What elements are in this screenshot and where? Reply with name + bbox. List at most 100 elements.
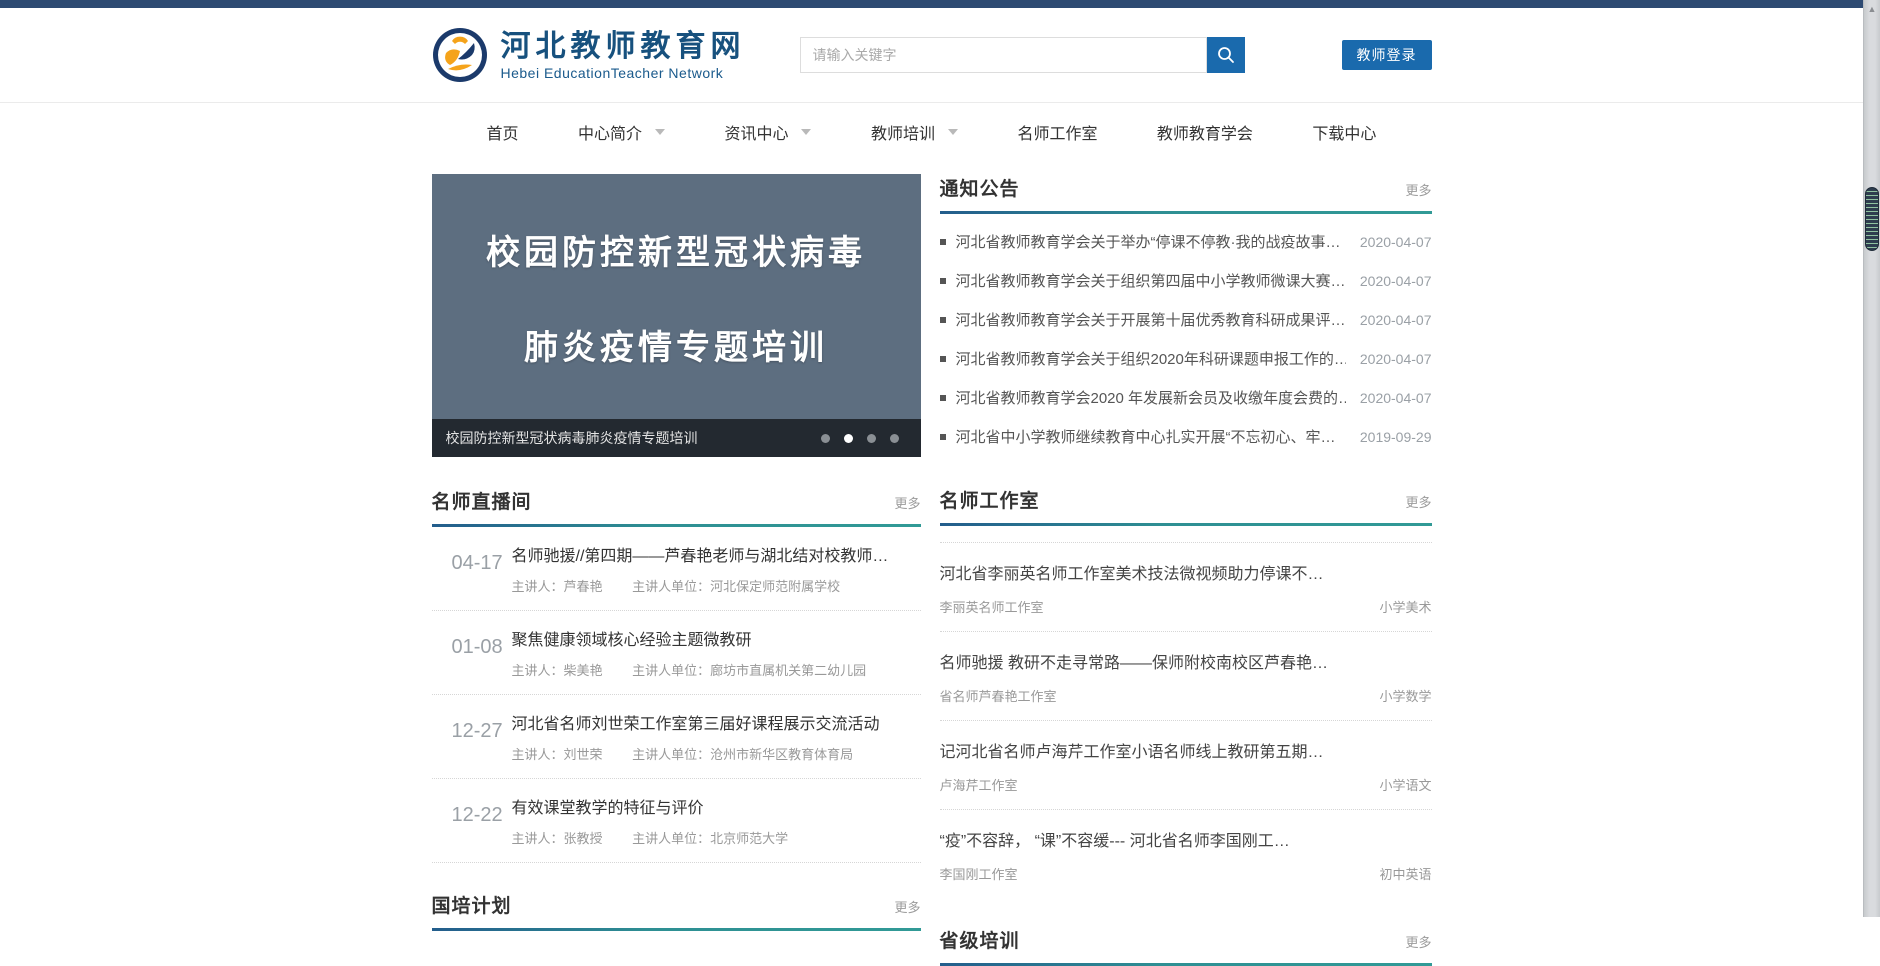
notice-title[interactable]: 河北省教师教育学会关于组织2020年科研课题申报工作的… xyxy=(956,348,1346,369)
carousel-dot[interactable] xyxy=(844,434,853,443)
notice-date: 2020-04-07 xyxy=(1360,351,1432,367)
nav-item-society[interactable]: 教师教育学会 xyxy=(1157,120,1253,144)
search-button[interactable] xyxy=(1207,37,1245,73)
live-item-meta: 主讲人：刘世荣 主讲人单位：沧州市新华区教育体育局 xyxy=(512,744,921,763)
nav-item-training[interactable]: 教师培训 xyxy=(871,120,958,144)
nav-item-label: 名师工作室 xyxy=(1017,120,1097,144)
live-item-unit: 主讲人单位：沧州市新华区教育体育局 xyxy=(632,747,853,762)
bullet-square-icon xyxy=(940,356,946,362)
section-title-national-training: 国培计划 xyxy=(432,891,512,918)
scroll-up-arrow-icon[interactable]: ▲ xyxy=(1864,0,1880,17)
site-header: 河北教师教育网 Hebei EducationTeacher Network 教… xyxy=(0,8,1863,102)
list-item: 河北省中小学教师继续教育中心扎实开展“不忘初心、牢… 2019-09-29 xyxy=(940,417,1432,456)
chevron-down-icon xyxy=(948,129,958,135)
live-item-title[interactable]: 聚焦健康领域核心经验主题微教研 xyxy=(512,626,921,650)
bullet-square-icon xyxy=(940,434,946,440)
nav-item-workshops[interactable]: 名师工作室 xyxy=(1017,120,1097,144)
nav-item-home[interactable]: 首页 xyxy=(487,120,519,144)
scrollbar-thumb[interactable] xyxy=(1865,187,1879,251)
section-title-provincial-training: 省级培训 xyxy=(940,926,1020,953)
list-item: 12-22 有效课堂教学的特征与评价 主讲人：张教授 主讲人单位：北京师范大学 xyxy=(432,779,921,863)
carousel-slide: 校园防控新型冠状病毒 肺炎疫情专题培训 xyxy=(432,174,921,419)
live-item-speaker: 主讲人：刘世荣 xyxy=(512,747,603,762)
list-item: 河北省教师教育学会关于举办“停课不停教·我的战疫故事… 2020-04-07 xyxy=(940,222,1432,261)
section-underline xyxy=(940,523,1432,526)
more-link-provincial-training[interactable]: 更多 xyxy=(1405,932,1431,951)
carousel-dot[interactable] xyxy=(890,434,899,443)
list-item: 河北省教师教育学会关于开展第十届优秀教育科研成果评… 2020-04-07 xyxy=(940,300,1432,339)
main-nav: 首页 中心简介 资讯中心 教师培训 名师工作室 教师教育学会 下载中心 xyxy=(0,102,1863,161)
notice-title[interactable]: 河北省中小学教师继续教育中心扎实开展“不忘初心、牢… xyxy=(956,426,1346,447)
search-icon xyxy=(1217,46,1235,64)
chevron-down-icon xyxy=(655,129,665,135)
live-item-date: 01-08 xyxy=(432,626,512,679)
vertical-scrollbar[interactable]: ▲ xyxy=(1863,0,1880,917)
notice-date: 2020-04-07 xyxy=(1360,234,1432,250)
notice-date: 2019-09-29 xyxy=(1360,429,1432,445)
nav-item-downloads[interactable]: 下载中心 xyxy=(1312,120,1376,144)
site-subtitle: Hebei EducationTeacher Network xyxy=(501,65,746,81)
workshop-title[interactable]: 河北省李丽英名师工作室美术技法微视频助力停课不… xyxy=(940,560,1432,584)
nav-item-about[interactable]: 中心简介 xyxy=(578,120,665,144)
bullet-square-icon xyxy=(940,278,946,284)
list-item: 记河北省名师卢海芹工作室小语名师线上教研第五期… 卢海芹工作室 小学语文 xyxy=(940,720,1432,809)
nav-item-label: 下载中心 xyxy=(1312,120,1376,144)
workshop-category: 小学美术 xyxy=(1379,597,1431,616)
section-underline xyxy=(432,928,921,931)
site-logo[interactable]: 河北教师教育网 Hebei EducationTeacher Network xyxy=(432,27,746,83)
workshop-studio: 省名师芦春艳工作室 xyxy=(940,686,1057,705)
chevron-down-icon xyxy=(801,129,811,135)
notices-section: 通知公告 更多 河北省教师教育学会关于举办“停课不停教·我的战疫故事… 2020… xyxy=(940,174,1432,456)
search-input[interactable] xyxy=(800,37,1207,73)
workshop-title[interactable]: “疫”不容辞， “课”不容缓--- 河北省名师李国刚工… xyxy=(940,827,1432,851)
notice-title[interactable]: 河北省教师教育学会关于组织第四届中小学教师微课大赛… xyxy=(956,270,1346,291)
list-item: 名师驰援 教研不走寻常路——保师附校南校区芦春艳… 省名师芦春艳工作室 小学数学 xyxy=(940,631,1432,720)
live-item-meta: 主讲人：张教授 主讲人单位：北京师范大学 xyxy=(512,828,921,847)
list-item: 12-27 河北省名师刘世荣工作室第三届好课程展示交流活动 主讲人：刘世荣 主讲… xyxy=(432,695,921,779)
live-item-title[interactable]: 名师驰援//第四期——芦春艳老师与湖北结对校教师… xyxy=(512,542,921,566)
section-title-live-room: 名师直播间 xyxy=(432,487,532,514)
page: 河北教师教育网 Hebei EducationTeacher Network 教… xyxy=(0,8,1863,966)
carousel-caption[interactable]: 校园防控新型冠状病毒肺炎疫情专题培训 xyxy=(446,428,809,448)
live-item-unit: 主讲人单位：北京师范大学 xyxy=(632,831,788,846)
site-title: 河北教师教育网 xyxy=(501,30,746,63)
more-link-workshops[interactable]: 更多 xyxy=(1405,492,1431,511)
list-item: 04-17 名师驰援//第四期——芦春艳老师与湖北结对校教师… 主讲人：芦春艳 … xyxy=(432,527,921,611)
workshop-title[interactable]: 名师驰援 教研不走寻常路——保师附校南校区芦春艳… xyxy=(940,649,1432,673)
carousel-caption-bar: 校园防控新型冠状病毒肺炎疫情专题培训 xyxy=(432,419,921,457)
carousel-dot[interactable] xyxy=(821,434,830,443)
list-item: 河北省教师教育学会2020 年发展新会员及收缴年度会费的… 2020-04-07 xyxy=(940,378,1432,417)
live-item-speaker: 主讲人：张教授 xyxy=(512,831,603,846)
logo-emblem-icon xyxy=(432,27,488,83)
live-item-title[interactable]: 有效课堂教学的特征与评价 xyxy=(512,794,921,818)
teacher-login-button[interactable]: 教师登录 xyxy=(1342,40,1432,70)
more-link-national-training[interactable]: 更多 xyxy=(894,897,920,916)
workshop-title[interactable]: 记河北省名师卢海芹工作室小语名师线上教研第五期… xyxy=(940,738,1432,762)
nav-item-label: 教师培训 xyxy=(871,120,935,144)
slide-headline-line2: 肺炎疫情专题培训 xyxy=(524,320,828,369)
live-item-date: 12-22 xyxy=(432,794,512,847)
top-accent-bar xyxy=(0,0,1880,8)
live-item-title[interactable]: 河北省名师刘世荣工作室第三届好课程展示交流活动 xyxy=(512,710,921,734)
notice-title[interactable]: 河北省教师教育学会2020 年发展新会员及收缴年度会费的… xyxy=(956,387,1346,408)
live-item-speaker: 主讲人：柴美艳 xyxy=(512,663,603,678)
live-room-list: 04-17 名师驰援//第四期——芦春艳老师与湖北结对校教师… 主讲人：芦春艳 … xyxy=(432,527,921,863)
list-item: 河北省教师教育学会关于组织2020年科研课题申报工作的… 2020-04-07 xyxy=(940,339,1432,378)
list-item: 01-08 聚焦健康领域核心经验主题微教研 主讲人：柴美艳 主讲人单位：廊坊市直… xyxy=(432,611,921,695)
section-underline xyxy=(940,211,1432,214)
live-item-unit: 主讲人单位：廊坊市直属机关第二幼儿园 xyxy=(632,663,866,678)
list-item: “疫”不容辞， “课”不容缓--- 河北省名师李国刚工… 李国刚工作室 初中英语 xyxy=(940,809,1432,898)
notice-title[interactable]: 河北省教师教育学会关于开展第十届优秀教育科研成果评… xyxy=(956,309,1346,330)
live-item-date: 04-17 xyxy=(432,542,512,595)
notice-list: 河北省教师教育学会关于举办“停课不停教·我的战疫故事… 2020-04-07 河… xyxy=(940,222,1432,456)
nav-item-news[interactable]: 资讯中心 xyxy=(724,120,811,144)
bullet-square-icon xyxy=(940,239,946,245)
live-item-meta: 主讲人：柴美艳 主讲人单位：廊坊市直属机关第二幼儿园 xyxy=(512,660,921,679)
carousel-dot[interactable] xyxy=(867,434,876,443)
more-link-live-room[interactable]: 更多 xyxy=(894,493,920,512)
notice-title[interactable]: 河北省教师教育学会关于举办“停课不停教·我的战疫故事… xyxy=(956,231,1346,252)
provincial-training-section: 省级培训 更多 xyxy=(940,926,1432,966)
notice-date: 2020-04-07 xyxy=(1360,273,1432,289)
more-link-notices[interactable]: 更多 xyxy=(1405,180,1431,199)
hero-carousel[interactable]: 校园防控新型冠状病毒 肺炎疫情专题培训 校园防控新型冠状病毒肺炎疫情专题培训 xyxy=(432,174,921,457)
